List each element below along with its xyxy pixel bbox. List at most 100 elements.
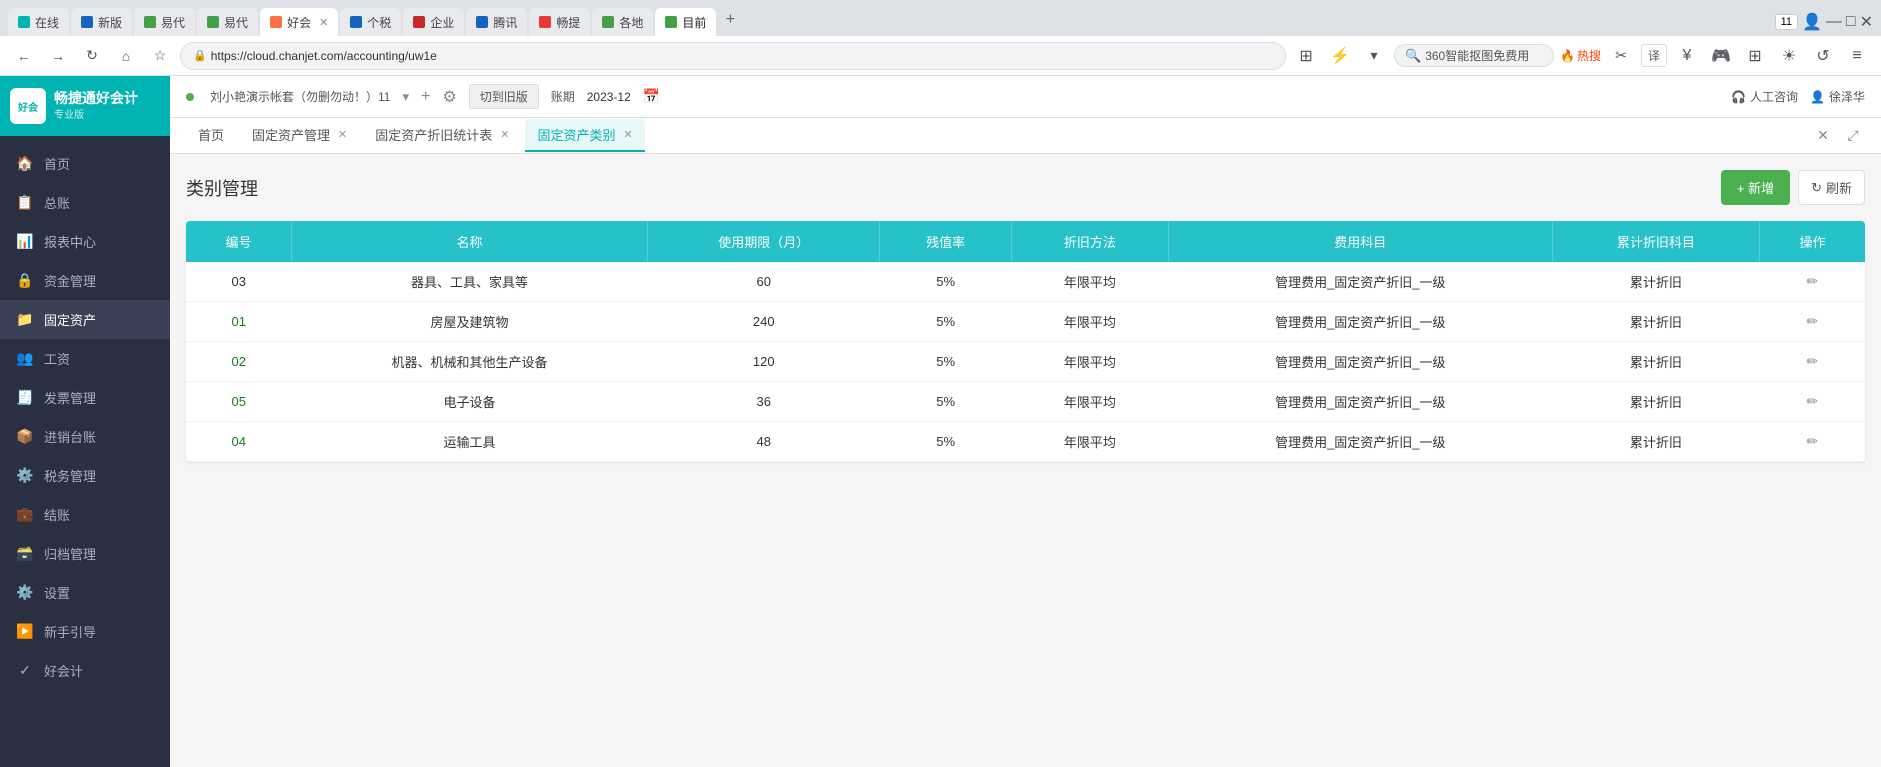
cell-code: 02	[186, 342, 292, 382]
cell-expense: 管理费用_固定资产折旧_一级	[1168, 342, 1552, 382]
browser-tab-gedi[interactable]: 各地	[592, 8, 653, 36]
sidebar-item-more[interactable]: ✓ 好会计	[0, 651, 170, 690]
tab-close-depreciation-icon[interactable]: ✕	[500, 128, 509, 141]
col-header-method: 折旧方法	[1011, 221, 1168, 262]
cell-expense: 管理费用_固定资产折旧_一级	[1168, 422, 1552, 462]
page-tab-category[interactable]: 固定资产类别 ✕	[525, 119, 644, 152]
currency-icon[interactable]: ¥	[1673, 42, 1701, 70]
search-icon: 🔍	[1405, 48, 1421, 64]
table-row: 01 房屋及建筑物 240 5% 年限平均 管理费用_固定资产折旧_一级 累计折…	[186, 302, 1865, 342]
expand-icon[interactable]: ⤢	[1841, 124, 1865, 148]
page-title-bar: 类别管理 + 新增 ↻ 刷新	[186, 170, 1865, 205]
cell-depreciation: 累计折旧	[1552, 382, 1759, 422]
menu-icon[interactable]: ≡	[1843, 42, 1871, 70]
forward-btn[interactable]: →	[44, 42, 72, 70]
sidebar-item-tax[interactable]: ⚙️ 税务管理	[0, 456, 170, 495]
tab-close-category-icon[interactable]: ✕	[624, 128, 633, 141]
tax-icon: ⚙️	[16, 467, 34, 485]
dropdown-arrow-icon[interactable]: ▾	[402, 89, 409, 105]
ssl-lock-icon: 🔒	[193, 49, 207, 62]
maximize-icon[interactable]: □	[1846, 13, 1856, 31]
undo-icon[interactable]: ↺	[1809, 42, 1837, 70]
sidebar-item-ledger[interactable]: 📋 总账	[0, 183, 170, 222]
tab-close-asset-icon[interactable]: ✕	[338, 128, 347, 141]
minimize-icon[interactable]: —	[1826, 13, 1842, 31]
tab-close-icon[interactable]: ✕	[319, 16, 328, 29]
sidebar-item-finance[interactable]: 🔒 资金管理	[0, 261, 170, 300]
cell-action[interactable]: ✏	[1759, 302, 1865, 342]
support-btn[interactable]: 🎧 人工咨询	[1731, 88, 1798, 105]
browser-tab-hao[interactable]: 好会 ✕	[260, 8, 338, 36]
period-value[interactable]: 2023-12	[587, 90, 631, 104]
cell-action[interactable]: ✏	[1759, 262, 1865, 302]
sidebar-item-fixed-assets[interactable]: 📁 固定资产	[0, 300, 170, 339]
add-account-icon[interactable]: +	[421, 88, 430, 106]
scissors-icon[interactable]: ✂	[1607, 42, 1635, 70]
lightning-icon[interactable]: ⚡	[1326, 42, 1354, 70]
close-window-icon[interactable]: ✕	[1860, 12, 1873, 32]
bookmark-btn[interactable]: ☆	[146, 42, 174, 70]
edit-icon[interactable]: ✏	[1806, 353, 1818, 369]
sidebar-item-home[interactable]: 🏠 首页	[0, 144, 170, 183]
cell-depreciation: 累计折旧	[1552, 342, 1759, 382]
url-bar[interactable]: 🔒 https://cloud.chanjet.com/accounting/u…	[180, 42, 1286, 70]
page-tab-depreciation[interactable]: 固定资产折旧统计表 ✕	[363, 119, 521, 152]
home-btn[interactable]: ⌂	[112, 42, 140, 70]
translate-icon[interactable]: 译	[1641, 44, 1667, 67]
brightness-icon[interactable]: ☀	[1775, 42, 1803, 70]
back-btn[interactable]: ←	[10, 42, 38, 70]
hot-search-btn[interactable]: 🔥 热搜	[1560, 47, 1601, 64]
browser-tab-easy1[interactable]: 易代	[134, 8, 195, 36]
sidebar-item-invoice[interactable]: 🧾 发票管理	[0, 378, 170, 417]
col-header-code: 编号	[186, 221, 292, 262]
browser-tab-changtui[interactable]: 畅提	[529, 8, 590, 36]
close-tab-icon[interactable]: ✕	[1811, 124, 1835, 148]
refresh-btn[interactable]: ↻ 刷新	[1798, 170, 1865, 205]
cell-depreciation: 累计折旧	[1552, 262, 1759, 302]
game-icon[interactable]: 🎮	[1707, 42, 1735, 70]
reload-btn[interactable]: ↻	[78, 42, 106, 70]
edit-icon[interactable]: ✏	[1806, 393, 1818, 409]
sidebar-item-stock[interactable]: 📦 进销台账	[0, 417, 170, 456]
edit-icon[interactable]: ✏	[1806, 433, 1818, 449]
browser-tab-tencent[interactable]: 腾讯	[466, 8, 527, 36]
cell-depreciation: 累计折旧	[1552, 422, 1759, 462]
cell-action[interactable]: ✏	[1759, 422, 1865, 462]
finance-icon: 🔒	[16, 272, 34, 290]
cell-residual: 5%	[880, 262, 1012, 302]
add-btn[interactable]: + 新增	[1721, 170, 1790, 205]
sidebar-item-guide[interactable]: ▶️ 新手引导	[0, 612, 170, 651]
tab-add-button[interactable]: +	[718, 8, 742, 32]
edit-icon[interactable]: ✏	[1806, 273, 1818, 289]
user-avatar-area[interactable]: 👤 徐泽华	[1810, 88, 1865, 105]
page-tab-asset-mgr[interactable]: 固定资产管理 ✕	[240, 119, 359, 152]
edit-icon[interactable]: ✏	[1806, 313, 1818, 329]
profile-icon[interactable]: 👤	[1802, 12, 1822, 32]
cell-code: 04	[186, 422, 292, 462]
sidebar-item-salary[interactable]: 👥 工资	[0, 339, 170, 378]
grid-icon[interactable]: ⊞	[1741, 42, 1769, 70]
browser-tab-enterprise[interactable]: 企业	[403, 8, 464, 36]
cell-action[interactable]: ✏	[1759, 342, 1865, 382]
sidebar-item-settings[interactable]: ⚙️ 设置	[0, 573, 170, 612]
calendar-icon[interactable]: 📅	[643, 88, 660, 105]
sidebar-item-settle[interactable]: 💼 结账	[0, 495, 170, 534]
browser-tab-easy2[interactable]: 易代	[197, 8, 258, 36]
search-bar[interactable]: 🔍 360智能抠图免费用	[1394, 44, 1554, 67]
sidebar-item-archive[interactable]: 🗃️ 归档管理	[0, 534, 170, 573]
browser-tab-online[interactable]: 在线	[8, 8, 69, 36]
dropdown-btn[interactable]: ▾	[1360, 42, 1388, 70]
device-icon[interactable]: ⊞	[1292, 42, 1320, 70]
sidebar-item-report[interactable]: 📊 报表中心	[0, 222, 170, 261]
cell-action[interactable]: ✏	[1759, 382, 1865, 422]
browser-tab-tax[interactable]: 个税	[340, 8, 401, 36]
settle-icon: 💼	[16, 506, 34, 524]
browser-tab-mubiao[interactable]: 目前	[655, 8, 716, 36]
settings-cog-icon[interactable]: ⚙	[442, 87, 456, 107]
cell-expense: 管理费用_固定资产折旧_一级	[1168, 262, 1552, 302]
switch-version-btn[interactable]: 切到旧版	[469, 84, 539, 109]
cell-name: 电子设备	[292, 382, 648, 422]
browser-tab-new[interactable]: 新版	[71, 8, 132, 36]
user-company: 刘小艳演示帐套（勿删勿动！）11	[210, 88, 390, 105]
page-tab-home[interactable]: 首页	[186, 119, 236, 152]
